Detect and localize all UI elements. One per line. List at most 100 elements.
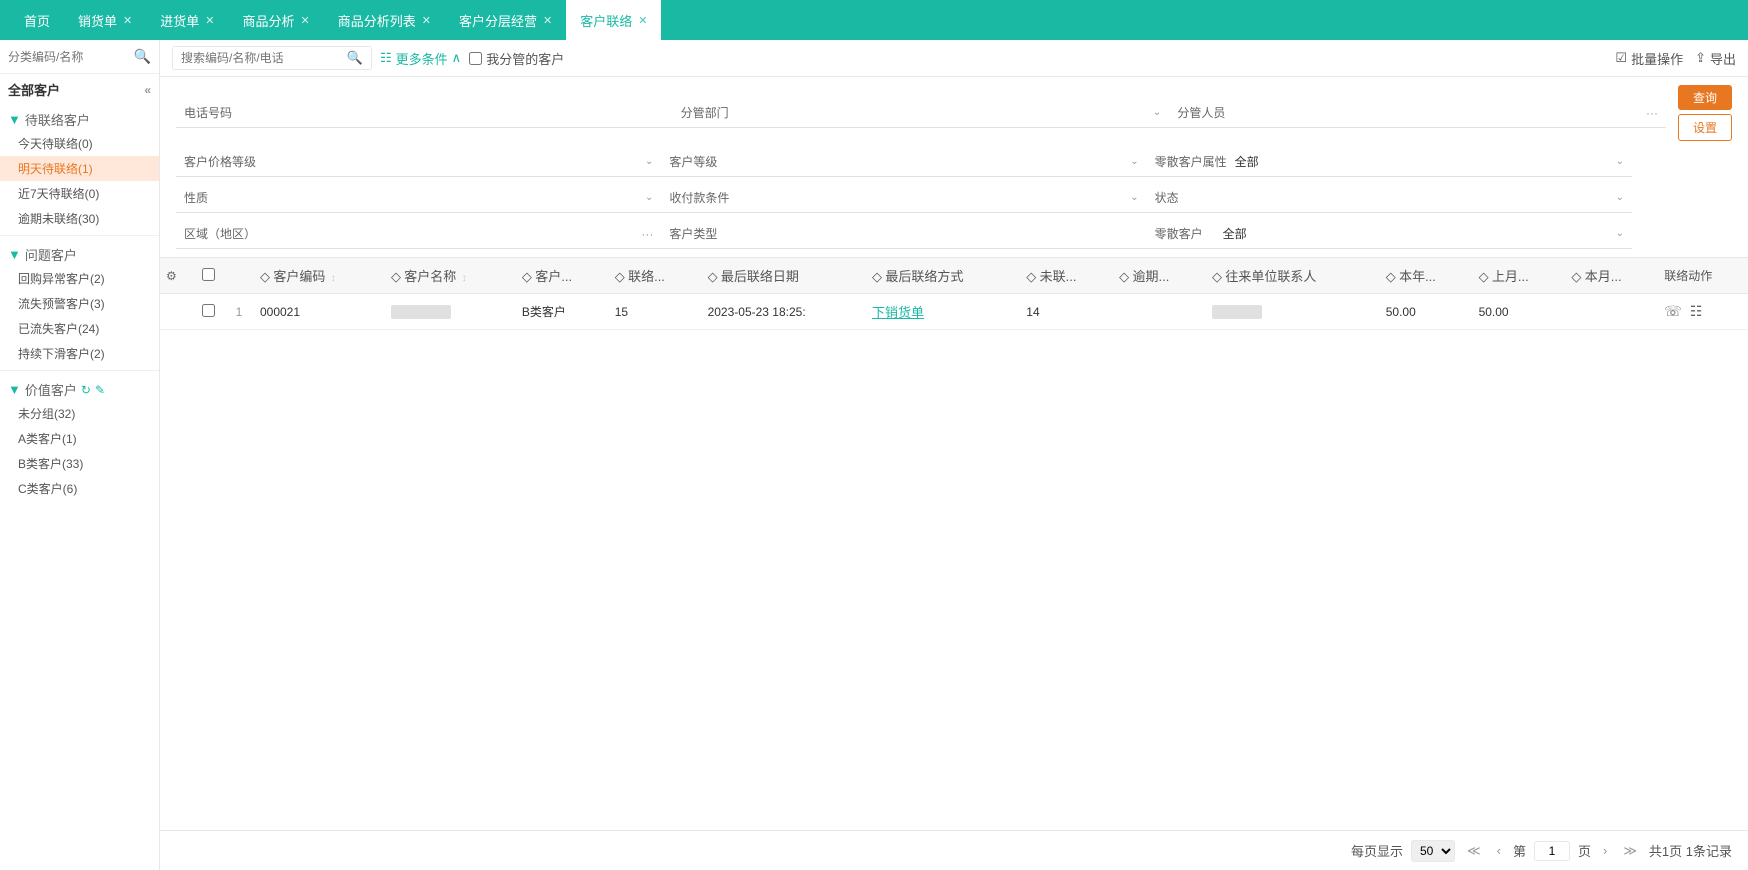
table-row: 1 000021 B类客户 15 2023-05-23 18:25: 下销货单 … (160, 294, 1748, 330)
prev-start-btn[interactable]: ≪ (1463, 841, 1485, 861)
chevron-down-icon: ⌄ (1616, 156, 1624, 167)
pagination: 每页显示 50 ≪ ‹ 第 页 › ≫ 共1页 1条记录 (160, 830, 1748, 870)
nav-item-sales[interactable]: 销货单 ✕ (64, 0, 146, 40)
nav-item-product-analysis-list[interactable]: 商品分析列表 ✕ (324, 0, 445, 40)
customer-level-label: 客户等级 (669, 153, 729, 170)
row-last-month: 50.00 (1473, 294, 1566, 330)
close-icon[interactable]: ✕ (422, 14, 431, 27)
grid-action-icon[interactable]: ☷ (1690, 303, 1703, 320)
nav-item-home[interactable]: 首页 (10, 0, 64, 40)
export-icon: ⇪ (1695, 50, 1706, 66)
row-type: B类客户 (516, 294, 609, 330)
filter-payment[interactable]: 收付款条件 ⌄ (661, 183, 1146, 213)
sidebar-item-overdue-contact[interactable]: 逾期未联络(30) (0, 206, 159, 231)
close-icon[interactable]: ✕ (205, 14, 214, 27)
sidebar-item-class-a[interactable]: A类客户(1) (0, 426, 159, 451)
filter-customer-level[interactable]: 客户等级 ⌄ (661, 147, 1146, 177)
search-icon[interactable]: 🔍 (347, 50, 363, 66)
my-customers-checkbox[interactable]: 我分管的客户 (469, 49, 564, 68)
type-column-header[interactable]: ◇ 客户... (516, 258, 609, 294)
filter-region[interactable]: 区域（地区） ··· (176, 219, 661, 249)
not-contact-column-header[interactable]: ◇ 未联... (1020, 258, 1113, 294)
filter-row-2: 客户价格等级 ⌄ 客户等级 ⌄ 零散客户属性 全部 ⌄ (176, 147, 1732, 177)
filter-department[interactable]: 分管部门 ⌄ (673, 98, 1170, 128)
filter-manager[interactable]: 分管人员 ··· (1169, 98, 1666, 128)
my-customers-checkbox-input[interactable] (469, 52, 482, 65)
next-end-btn[interactable]: ≫ (1619, 841, 1641, 861)
per-page-select[interactable]: 50 (1411, 840, 1455, 862)
sidebar-item-continuous-decline[interactable]: 持续下滑客户(2) (0, 341, 159, 366)
export-button[interactable]: ⇪ 导出 (1695, 49, 1736, 68)
table-header: ⚙ ◇ 客户编码 ↕ ◇ 客户名称 ↕ (160, 258, 1748, 294)
row-actions: ☏ ☷ (1658, 294, 1748, 330)
phone-action-icon[interactable]: ☏ (1664, 303, 1682, 320)
query-button[interactable]: 查询 (1678, 85, 1732, 110)
sort-icon: ↕ (331, 273, 336, 284)
action-column-header: 联络动作 (1658, 258, 1748, 294)
sidebar-search-icon[interactable]: 🔍 (134, 48, 151, 65)
code-column-header[interactable]: ◇ 客户编码 ↕ (254, 258, 385, 294)
settings-button[interactable]: 设置 (1678, 114, 1732, 141)
nav-item-customer-segment[interactable]: 客户分层经营 ✕ (445, 0, 566, 40)
sidebar-item-repurchase-abnormal[interactable]: 回购异常客户(2) (0, 266, 159, 291)
last-contact-date-column-header[interactable]: ◇ 最后联络日期 (702, 258, 866, 294)
page-input[interactable] (1534, 841, 1570, 861)
name-column-header[interactable]: ◇ 客户名称 ↕ (385, 258, 516, 294)
nav-item-purchase[interactable]: 进货单 ✕ (146, 0, 228, 40)
last-contact-method-column-header[interactable]: ◇ 最后联络方式 (866, 258, 1020, 294)
refresh-icon[interactable]: ↻ (81, 383, 91, 397)
all-customers-header[interactable]: 全部客户 « (0, 74, 159, 105)
next-btn[interactable]: › (1599, 841, 1611, 860)
close-icon[interactable]: ✕ (638, 14, 647, 27)
close-icon[interactable]: ✕ (543, 14, 552, 27)
row-not-contact: 14 (1020, 294, 1113, 330)
row-last-contact-method[interactable]: 下销货单 (866, 294, 1020, 330)
sidebar-search-input[interactable] (8, 50, 134, 64)
search-input[interactable] (181, 51, 347, 65)
collapse-icon: « (144, 83, 151, 97)
chevron-down-icon: ⌄ (1130, 192, 1138, 203)
sidebar-item-lost-potential[interactable]: 流失预警客户(3) (0, 291, 159, 316)
overdue-column-header[interactable]: ◇ 逾期... (1113, 258, 1206, 294)
row-overdue (1113, 294, 1206, 330)
last-month-column-header[interactable]: ◇ 上月... (1473, 258, 1566, 294)
filter-retail-customer[interactable]: 零散客户 全部 ⌄ (1147, 219, 1632, 249)
edit-icon[interactable]: ✎ (95, 383, 105, 397)
prev-btn[interactable]: ‹ (1493, 841, 1505, 860)
sidebar-item-today-contact[interactable]: 今天待联络(0) (0, 131, 159, 156)
contact-column-header[interactable]: ◇ 联络... (609, 258, 702, 294)
filter-customer-price[interactable]: 客户价格等级 ⌄ (176, 147, 661, 177)
close-icon[interactable]: ✕ (123, 14, 132, 27)
filter-status[interactable]: 状态 ⌄ (1147, 183, 1632, 213)
chevron-down-icon: ⌄ (1153, 107, 1161, 118)
sidebar-item-tomorrow-contact[interactable]: 明天待联络(1) (0, 156, 159, 181)
close-icon[interactable]: ✕ (301, 14, 310, 27)
filter-retail-attribute[interactable]: 零散客户属性 全部 ⌄ (1147, 147, 1632, 177)
filter-actions: 查询 设置 (1678, 85, 1732, 141)
sidebar-item-class-b[interactable]: B类客户(33) (0, 451, 159, 476)
this-month-column-header[interactable]: ◇ 本月... (1565, 258, 1658, 294)
filter-row-4: 区域（地区） ··· 客户类型 零散客户 全部 ⌄ (176, 219, 1732, 249)
filter-icon: ☷ (380, 50, 392, 66)
sidebar-item-week-contact[interactable]: 近7天待联络(0) (0, 181, 159, 206)
filter-customer-type[interactable]: 客户类型 (661, 219, 1146, 249)
row-checkbox-input[interactable] (202, 304, 215, 317)
nav-item-product-analysis[interactable]: 商品分析 ✕ (228, 0, 323, 40)
gear-column-header[interactable]: ⚙ (160, 258, 194, 294)
chevron-up-icon: ∧ (452, 50, 462, 66)
action-icons: ☏ ☷ (1664, 303, 1742, 320)
nav-item-customer-contact[interactable]: 客户联络 ✕ (566, 0, 661, 40)
filter-gender[interactable]: 性质 ⌄ (176, 183, 661, 213)
contacts-column-header[interactable]: ◇ 往来单位联系人 (1206, 258, 1380, 294)
payment-label: 收付款条件 (669, 189, 729, 206)
more-filter-button[interactable]: ☷ 更多条件 ∧ (380, 49, 461, 68)
this-year-column-header[interactable]: ◇ 本年... (1380, 258, 1473, 294)
sidebar-item-class-c[interactable]: C类客户(6) (0, 476, 159, 501)
row-checkbox[interactable] (194, 294, 224, 330)
select-all-checkbox[interactable] (202, 268, 215, 281)
sidebar-item-unclassified[interactable]: 未分组(32) (0, 401, 159, 426)
batch-action-button[interactable]: ☑ 批量操作 (1615, 49, 1683, 68)
more-icon: ··· (1646, 106, 1658, 120)
sidebar-item-lost[interactable]: 已流失客户(24) (0, 316, 159, 341)
customer-price-label: 客户价格等级 (184, 153, 256, 170)
